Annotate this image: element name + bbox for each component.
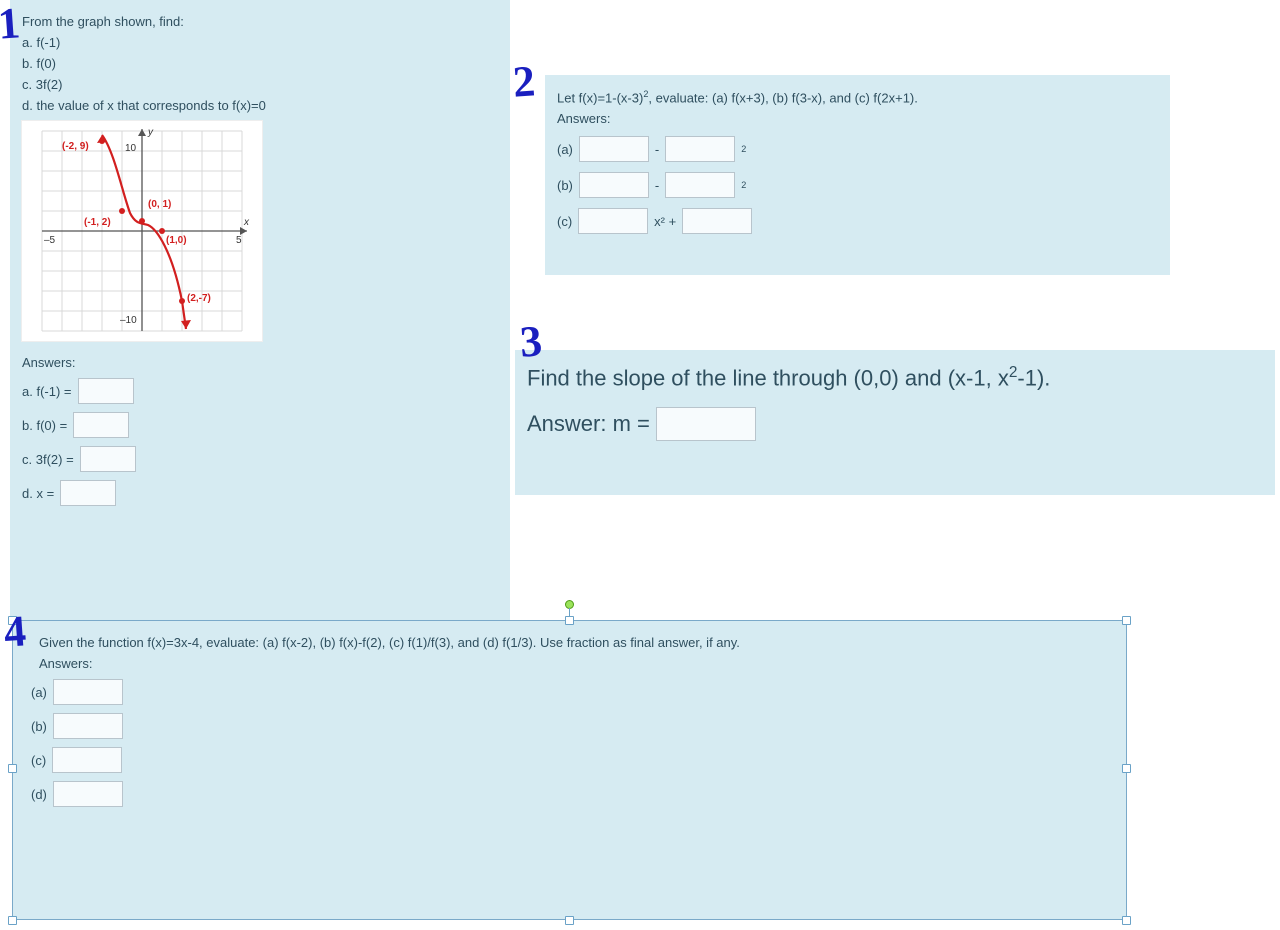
question-4-panel: Given the function f(x)=3x-4, evaluate: … [12, 620, 1127, 920]
selection-handle-ml[interactable] [8, 764, 17, 773]
graph-point-2: (0, 1) [148, 199, 171, 210]
q4-c-input[interactable] [52, 747, 122, 773]
q2-b-label: (b) [557, 178, 573, 193]
selection-handle-bc[interactable] [565, 916, 574, 925]
q4-a-label: (a) [31, 685, 47, 700]
q1-answer-b-row: b. f(0) = [22, 412, 498, 438]
q1-answer-d-label: d. x = [22, 486, 54, 501]
q4-b-label: (b) [31, 719, 47, 734]
q4-answers-label: Answers: [39, 656, 1114, 671]
q2-a-sq: 2 [741, 144, 746, 154]
q1-answer-b-input[interactable] [73, 412, 129, 438]
q4-a-input[interactable] [53, 679, 123, 705]
graph-tick-xleft: –5 [44, 235, 56, 246]
q4-prompt: Given the function f(x)=3x-4, evaluate: … [39, 635, 1114, 650]
q2-answer-a-row: (a) - 2 [557, 136, 1158, 162]
graph-point-5: (2,-7) [187, 293, 211, 304]
q1-answer-d-input[interactable] [60, 480, 116, 506]
selection-handle-br[interactable] [1122, 916, 1131, 925]
q1-answer-a-input[interactable] [78, 378, 134, 404]
q2-c-label: (c) [557, 214, 572, 229]
q2-a-input-1[interactable] [579, 136, 649, 162]
q1-item-c: c. 3f(2) [22, 77, 498, 92]
q1-item-b: b. f(0) [22, 56, 498, 71]
q4-answer-c-row: (c) [31, 747, 1114, 773]
graph-tick-ybot: –10 [120, 315, 137, 326]
q2-c-input-1[interactable] [578, 208, 648, 234]
q1-answer-d-row: d. x = [22, 480, 498, 506]
q1-answers-label: Answers: [22, 355, 498, 370]
q4-c-label: (c) [31, 753, 46, 768]
selection-handle-tl[interactable] [8, 616, 17, 625]
q2-prompt-part2: , evaluate: (a) f(x+3), (b) f(3-x), and … [648, 90, 917, 105]
q3-answer-row: Answer: m = [527, 407, 1263, 441]
q3-prompt: Find the slope of the line through (0,0)… [527, 364, 1263, 391]
q3-answer-input[interactable] [656, 407, 756, 441]
q2-answer-b-row: (b) - 2 [557, 172, 1158, 198]
graph-point-4: (1,0) [166, 235, 187, 246]
q2-c-input-2[interactable] [682, 208, 752, 234]
q1-answer-c-input[interactable] [80, 446, 136, 472]
graph-tick-xright: 5 [236, 235, 242, 246]
q2-b-minus: - [655, 178, 659, 193]
graph-point-1: (-2, 9) [62, 141, 89, 152]
question-3-panel: Find the slope of the line through (0,0)… [515, 350, 1275, 495]
q4-d-input[interactable] [53, 781, 123, 807]
q4-answer-d-row: (d) [31, 781, 1114, 807]
q4-d-label: (d) [31, 787, 47, 802]
q2-answers-label: Answers: [557, 111, 1158, 126]
graph-y-label: y [147, 127, 154, 138]
q4-answer-b-row: (b) [31, 713, 1114, 739]
graph-point-3: (-1, 2) [84, 217, 111, 228]
q2-prompt: Let f(x)=1-(x-3)2, evaluate: (a) f(x+3),… [557, 89, 1158, 105]
q1-item-a: a. f(-1) [22, 35, 498, 50]
q4-answer-a-row: (a) [31, 679, 1114, 705]
q1-graph: (-2, 9) (0, 1) (-1, 2) (1,0) (2,-7) 10 –… [22, 121, 262, 341]
selection-handle-mr[interactable] [1122, 764, 1131, 773]
question-1-panel: From the graph shown, find: a. f(-1) b. … [10, 0, 510, 620]
q1-answer-a-label: a. f(-1) = [22, 384, 72, 399]
q3-prompt-part1: Find the slope of the line through (0,0)… [527, 365, 1009, 390]
q2-b-sq: 2 [741, 180, 746, 190]
q1-answer-c-row: c. 3f(2) = [22, 446, 498, 472]
question-2-panel: Let f(x)=1-(x-3) 2 , evaluate: (a) f(x+3),… [545, 75, 1170, 275]
graph-x-label: x [243, 217, 250, 228]
graph-tick-ytop: 10 [125, 143, 137, 154]
q2-c-mid: x² + [654, 214, 676, 229]
q2-a-label: (a) [557, 142, 573, 157]
q3-answer-label: Answer: m = [527, 411, 650, 437]
handwritten-2: 2 [511, 59, 536, 104]
q1-answer-b-label: b. f(0) = [22, 418, 67, 433]
q2-b-input-1[interactable] [579, 172, 649, 198]
q2-prompt-part1: Let f(x)=1-(x-3) [557, 90, 643, 105]
q1-answer-c-label: c. 3f(2) = [22, 452, 74, 467]
q1-item-d: d. the value of x that corresponds to f(… [22, 98, 498, 113]
q3-prompt-part2: -1). [1017, 365, 1050, 390]
selection-handle-bl[interactable] [8, 916, 17, 925]
q2-a-minus: - [655, 142, 659, 157]
q2-b-input-2[interactable] [665, 172, 735, 198]
q2-answer-c-row: (c) x² + [557, 208, 1158, 234]
q2-a-input-2[interactable] [665, 136, 735, 162]
q1-answer-a-row: a. f(-1) = [22, 378, 498, 404]
q1-prompt: From the graph shown, find: [22, 14, 498, 29]
selection-handle-tr[interactable] [1122, 616, 1131, 625]
selection-handle-tc[interactable] [565, 616, 574, 625]
q4-b-input[interactable] [53, 713, 123, 739]
